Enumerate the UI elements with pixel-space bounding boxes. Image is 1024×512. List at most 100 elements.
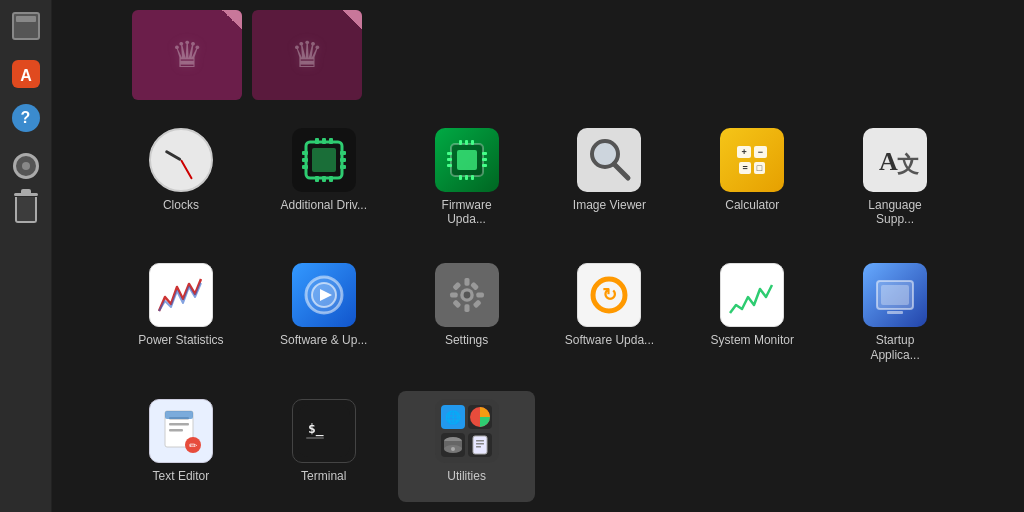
app-item-utilities[interactable]: 🌐 [398, 391, 536, 502]
svg-text:A: A [879, 147, 898, 176]
banner-area: ♛ ♛ [52, 0, 1024, 110]
app-item-software-updater[interactable]: ↻ Software Upda... [540, 255, 678, 380]
app-item-clocks[interactable]: Clocks [112, 120, 250, 245]
svg-text:✏: ✏ [189, 440, 198, 451]
app-item-calculator[interactable]: + − = □ Calculator [683, 120, 821, 245]
svg-rect-5 [322, 138, 326, 144]
language-support-icon: A 文 [863, 128, 927, 192]
utilities-label: Utilities [447, 469, 486, 483]
svg-rect-9 [329, 176, 333, 182]
clocks-icon [149, 128, 213, 192]
svg-point-38 [463, 292, 470, 299]
settings-label: Settings [445, 333, 488, 347]
svg-text:$_: $_ [308, 421, 324, 437]
svg-text:文: 文 [897, 152, 919, 177]
system-monitor-icon [720, 263, 784, 327]
svg-rect-29 [482, 164, 487, 167]
text-editor-label: Text Editor [153, 469, 210, 483]
svg-rect-26 [447, 164, 452, 167]
system-monitor-label: System Monitor [711, 333, 794, 347]
app-item-software-updates[interactable]: Software & Up... [255, 255, 393, 380]
svg-rect-25 [447, 158, 452, 161]
svg-rect-24 [447, 152, 452, 155]
help-icon: ? [12, 104, 40, 132]
main-content: ♛ ♛ Clocks [52, 0, 1024, 512]
app-item-system-monitor[interactable]: System Monitor [683, 255, 821, 380]
additional-drivers-label: Additional Driv... [281, 198, 367, 212]
sidebar-item-disc[interactable] [6, 146, 46, 186]
settings-icon [435, 263, 499, 327]
svg-rect-42 [476, 293, 484, 298]
svg-rect-4 [315, 138, 319, 144]
svg-point-66 [451, 447, 455, 451]
terminal-label: Terminal [301, 469, 346, 483]
svg-rect-56 [165, 411, 193, 419]
startup-applications-icon [863, 263, 927, 327]
app-item-terminal[interactable]: $_ Terminal [255, 391, 393, 502]
svg-rect-41 [450, 293, 458, 298]
svg-text:A: A [20, 67, 32, 84]
text-editor-icon: ✏ [149, 399, 213, 463]
app-item-settings[interactable]: Settings [398, 255, 536, 380]
banner-fold-1 [222, 10, 242, 30]
svg-rect-22 [465, 175, 468, 180]
software-updater-icon: ↻ [577, 263, 641, 327]
svg-rect-44 [472, 300, 481, 309]
image-viewer-icon [577, 128, 641, 192]
svg-rect-23 [471, 175, 474, 180]
utilities-disk-icon [441, 433, 465, 457]
app-item-language-support[interactable]: A 文 Language Supp... [826, 120, 964, 245]
svg-rect-45 [470, 282, 479, 291]
software-updates-icon [292, 263, 356, 327]
svg-rect-51 [887, 311, 903, 314]
disc-icon [13, 153, 39, 179]
sidebar-item-window-manager[interactable] [6, 6, 46, 46]
svg-rect-10 [302, 151, 308, 155]
svg-rect-50 [881, 285, 909, 305]
svg-rect-43 [452, 282, 461, 291]
app-item-additional-drivers[interactable]: Additional Driv... [255, 120, 393, 245]
sidebar-item-app-store[interactable]: A [6, 54, 46, 94]
window-manager-icon [12, 12, 40, 40]
banner-card-1[interactable]: ♛ [132, 10, 242, 100]
clocks-label: Clocks [163, 198, 199, 212]
banner-card-2[interactable]: ♛ [252, 10, 362, 100]
svg-rect-14 [340, 158, 346, 162]
firmware-label: Firmware Upda... [422, 198, 512, 227]
app-grid: Clocks [52, 110, 1024, 512]
image-viewer-label: Image Viewer [573, 198, 646, 212]
sidebar-item-trash[interactable] [6, 190, 46, 230]
svg-rect-67 [473, 436, 487, 454]
svg-rect-69 [476, 443, 484, 445]
svg-rect-17 [457, 150, 477, 170]
app-item-image-viewer[interactable]: Image Viewer [540, 120, 678, 245]
svg-line-31 [614, 164, 628, 178]
utilities-pie-icon [468, 405, 492, 429]
terminal-icon: $_ [292, 399, 356, 463]
calculator-label: Calculator [725, 198, 779, 212]
svg-rect-7 [315, 176, 319, 182]
svg-rect-12 [302, 165, 308, 169]
sidebar: A ? [0, 0, 52, 512]
svg-rect-19 [465, 140, 468, 145]
app-item-power-statistics[interactable]: Power Statistics [112, 255, 250, 380]
additional-drivers-icon [292, 128, 356, 192]
language-support-label: Language Supp... [850, 198, 940, 227]
sidebar-item-help[interactable]: ? [6, 98, 46, 138]
svg-rect-39 [464, 279, 469, 287]
svg-rect-55 [169, 429, 183, 432]
software-updater-label: Software Upda... [565, 333, 654, 347]
software-updates-label: Software & Up... [280, 333, 367, 347]
svg-rect-11 [302, 158, 308, 162]
app-item-startup-applications[interactable]: Startup Applica... [826, 255, 964, 380]
svg-rect-28 [482, 158, 487, 161]
svg-rect-18 [459, 140, 462, 145]
svg-text:↻: ↻ [602, 285, 617, 305]
app-item-text-editor[interactable]: ✏ Text Editor [112, 391, 250, 502]
app-item-firmware[interactable]: Firmware Upda... [398, 120, 536, 245]
utilities-globe-icon: 🌐 [441, 405, 465, 429]
svg-rect-21 [459, 175, 462, 180]
startup-applications-label: Startup Applica... [850, 333, 940, 362]
crown-icon-2: ♛ [291, 34, 323, 76]
svg-rect-13 [340, 151, 346, 155]
